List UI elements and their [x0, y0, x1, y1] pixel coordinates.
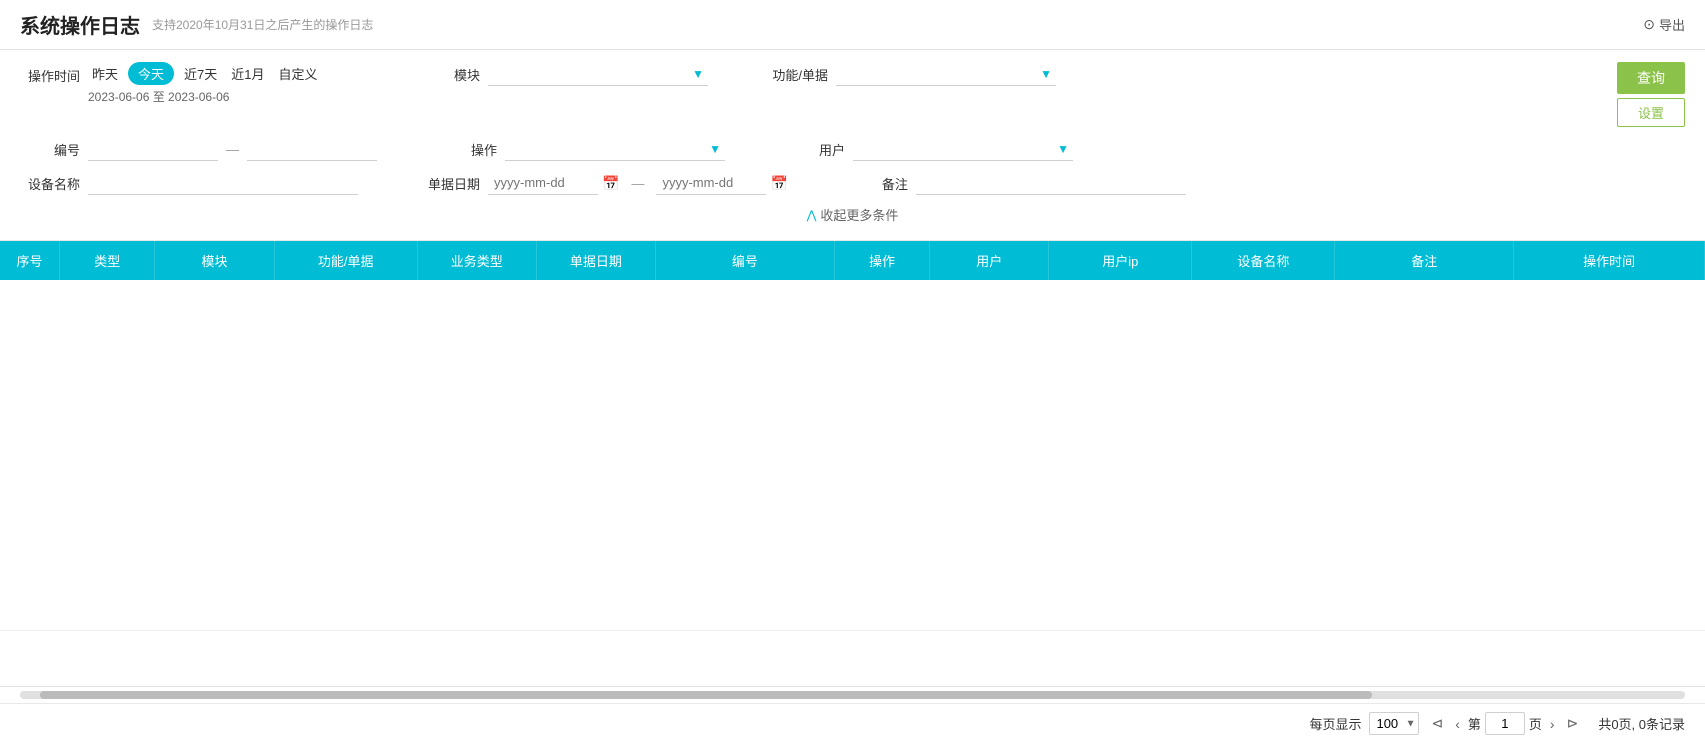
- col-header-user: 用户: [930, 241, 1049, 280]
- col-header-biztype: 业务类型: [417, 241, 536, 280]
- module-select[interactable]: [488, 62, 708, 86]
- col-header-func: 功能/单据: [274, 241, 417, 280]
- next-page-btn[interactable]: ›: [1546, 714, 1559, 734]
- collapse-icon: ⋀: [807, 208, 817, 222]
- col-header-type: 类型: [60, 241, 155, 280]
- col-header-seq: 序号: [0, 241, 60, 280]
- code-input-to[interactable]: [247, 137, 377, 161]
- user-select[interactable]: [853, 137, 1073, 161]
- code-separator: —: [226, 142, 239, 157]
- docdate-from[interactable]: [488, 171, 598, 195]
- collapse-label: 收起更多条件: [820, 205, 898, 224]
- time-label: 操作时间: [20, 66, 80, 85]
- col-header-remark: 备注: [1335, 241, 1514, 280]
- page-input[interactable]: [1485, 712, 1525, 735]
- first-page-btn[interactable]: ⊲: [1427, 713, 1447, 734]
- page-suffix: 页: [1529, 714, 1542, 733]
- per-page-select[interactable]: 100 10 20 50: [1369, 712, 1419, 735]
- col-header-module: 模块: [155, 241, 274, 280]
- total-text: 共0页, 0条记录: [1598, 714, 1685, 733]
- data-table: 序号 类型 模块 功能/单据 业务类型 单据日期 编号 操作 用户 用户ip 设…: [0, 241, 1705, 631]
- device-input[interactable]: [88, 171, 358, 195]
- page-label: 第: [1468, 714, 1481, 733]
- col-header-userip: 用户ip: [1049, 241, 1192, 280]
- col-header-op: 操作: [834, 241, 929, 280]
- export-label: 导出: [1659, 15, 1685, 34]
- time-btn-yesterday[interactable]: 昨天: [88, 62, 122, 85]
- per-page-label: 每页显示: [1309, 714, 1361, 733]
- page-subtitle: 支持2020年10月31日之后产生的操作日志: [152, 16, 373, 33]
- device-label: 设备名称: [20, 174, 80, 193]
- collapse-button[interactable]: ⋀ 收起更多条件: [807, 205, 899, 224]
- time-btn-1month[interactable]: 近1月: [227, 62, 268, 85]
- time-btn-7days[interactable]: 近7天: [180, 62, 221, 85]
- docdate-to[interactable]: [656, 171, 766, 195]
- time-range: 2023-06-06 至 2023-06-06: [88, 88, 322, 105]
- export-icon: ⊙: [1643, 16, 1655, 33]
- col-header-optime: 操作时间: [1514, 241, 1705, 280]
- time-btn-today[interactable]: 今天: [128, 62, 174, 85]
- page-title: 系统操作日志: [20, 10, 140, 39]
- calendar-to-icon[interactable]: 📅: [770, 175, 787, 192]
- settings-button[interactable]: 设置: [1617, 98, 1685, 127]
- col-header-device: 设备名称: [1192, 241, 1335, 280]
- remark-input[interactable]: [916, 171, 1186, 195]
- last-page-btn[interactable]: ⊳: [1563, 713, 1583, 734]
- scrollbar-track[interactable]: [20, 691, 1685, 699]
- col-header-code: 编号: [656, 241, 835, 280]
- query-button[interactable]: 查询: [1617, 62, 1685, 94]
- operation-label: 操作: [437, 140, 497, 159]
- user-label: 用户: [785, 140, 845, 159]
- docdate-label: 单据日期: [420, 174, 480, 193]
- export-button[interactable]: ⊙ 导出: [1643, 15, 1685, 34]
- scrollbar-area[interactable]: [0, 686, 1705, 703]
- function-select[interactable]: [836, 62, 1056, 86]
- function-label: 功能/单据: [768, 65, 828, 84]
- scrollbar-thumb[interactable]: [40, 691, 1372, 699]
- code-label: 编号: [20, 140, 80, 159]
- prev-page-btn[interactable]: ‹: [1451, 714, 1464, 734]
- module-label: 模块: [420, 65, 480, 84]
- pagination-bar: 每页显示 100 10 20 50 ▼ ⊲ ‹ 第 页 › ⊳ 共0页, 0条记…: [0, 703, 1705, 743]
- operation-select[interactable]: [505, 137, 725, 161]
- docdate-separator: —: [631, 176, 644, 191]
- time-btn-custom[interactable]: 自定义: [275, 62, 322, 85]
- page-nav: ⊲ ‹ 第 页 › ⊳: [1427, 712, 1582, 735]
- col-header-docdate: 单据日期: [536, 241, 655, 280]
- calendar-from-icon[interactable]: 📅: [602, 175, 619, 192]
- empty-area: [0, 280, 1705, 630]
- remark-label: 备注: [848, 174, 908, 193]
- code-input-from[interactable]: [88, 137, 218, 161]
